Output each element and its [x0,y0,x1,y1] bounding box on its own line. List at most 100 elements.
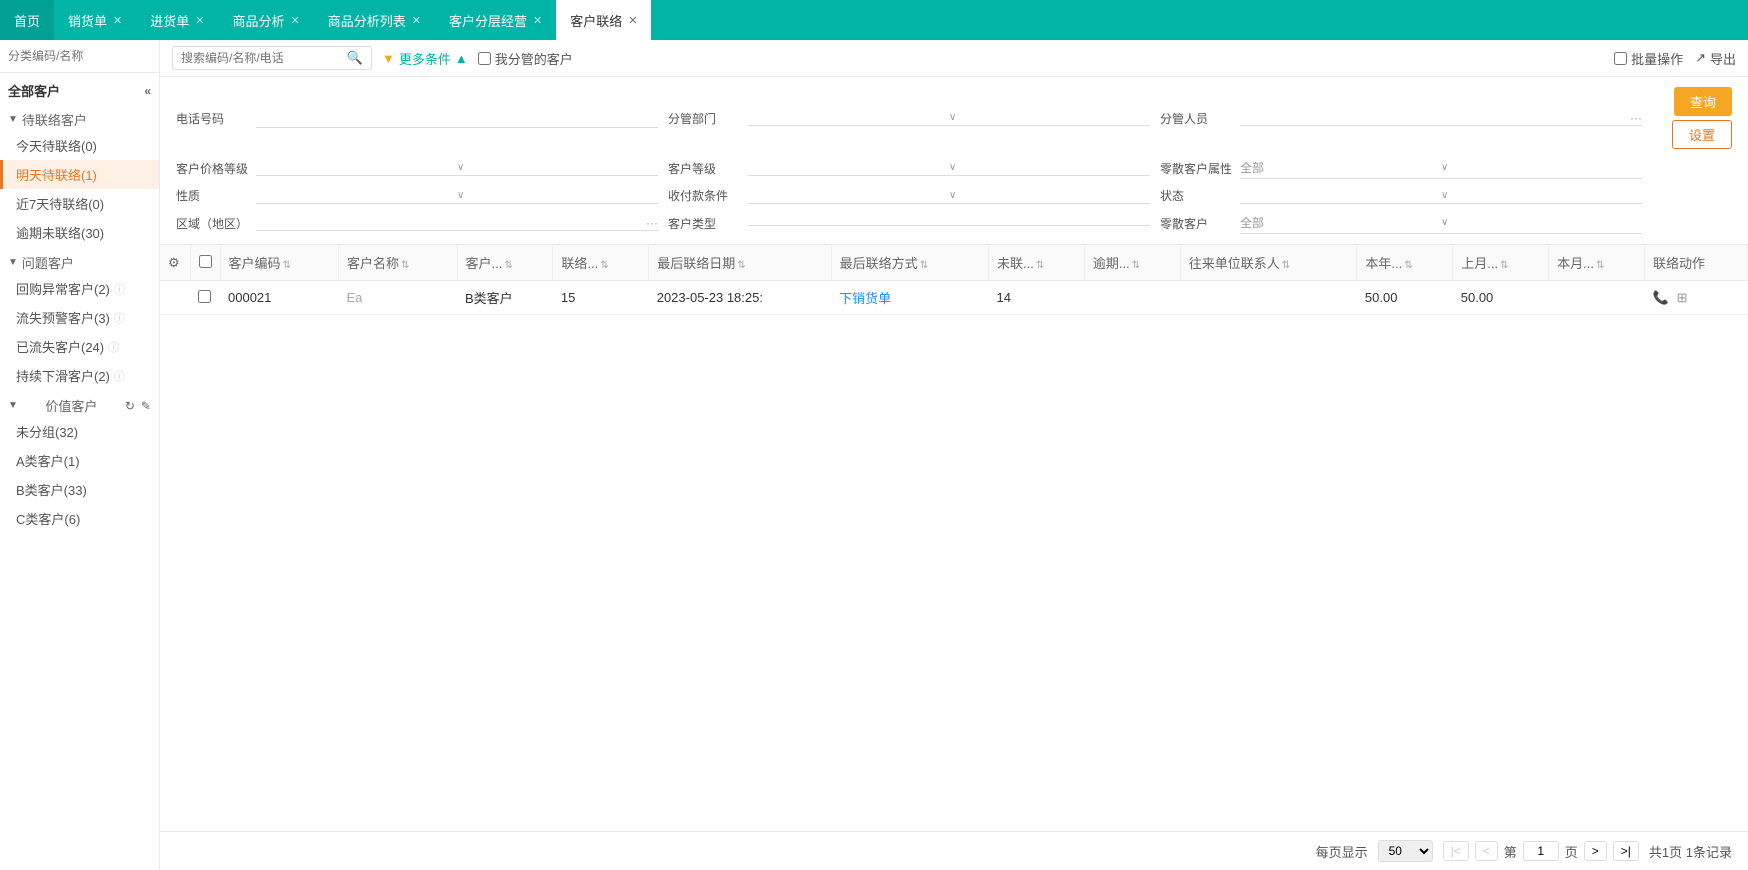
retail-customer-select[interactable]: 全部 ∨ [1240,212,1642,234]
row-uncontacted: 14 [988,281,1084,315]
close-product-list-icon[interactable]: ✕ [412,14,421,27]
col-customer-type[interactable]: 客户...⇅ [457,245,553,281]
close-customer-contact-icon[interactable]: ✕ [628,14,637,27]
sidebar-item-tomorrow-pending[interactable]: 明天待联络(1) [0,160,159,189]
col-this-month[interactable]: 本月...⇅ [1549,245,1645,281]
customer-level-arrow-icon: ∨ [949,162,1150,173]
col-name[interactable]: 客户名称⇅ [339,245,458,281]
select-all-checkbox[interactable] [199,255,212,268]
phone-input[interactable] [256,109,658,128]
sidebar-item-class-c[interactable]: C类客户(6) [0,504,159,533]
filter-row-1: 电话号码 分管部门 ∨ 分管人员 ··· 查询 [176,87,1732,149]
set-button[interactable]: 设置 [1672,120,1732,149]
close-customer-tier-icon[interactable]: ✕ [533,14,542,27]
status-select[interactable]: ∨ [1240,188,1642,204]
col-last-month[interactable]: 上月...⇅ [1453,245,1549,281]
gender-label: 性质 [176,187,256,204]
export-btn[interactable]: ↗ 导出 [1695,49,1736,68]
page-size-select[interactable]: 50 20 100 [1378,840,1433,862]
right-actions: 批量操作 ↗ 导出 [1614,49,1736,68]
page-input[interactable] [1523,841,1559,861]
col-last-contact-method[interactable]: 最后联络方式⇅ [831,245,988,281]
customer-type-select[interactable] [748,221,1150,226]
payment-select[interactable]: ∨ [748,188,1150,204]
collapse-icon[interactable]: « [144,84,151,98]
all-customers-header: 全部客户 « [0,73,159,104]
first-page-btn[interactable]: |< [1443,841,1469,861]
dept-select[interactable]: ∨ [748,110,1150,126]
price-level-label: 客户价格等级 [176,160,256,177]
region-dots[interactable]: ··· [646,216,658,230]
sidebar-item-repurchase-abnormal[interactable]: 回购异常客户(2) ⓘ [0,274,159,303]
next-page-btn[interactable]: > [1584,841,1607,861]
sidebar-item-week-pending[interactable]: 近7天待联络(0) [0,189,159,218]
close-sales-icon[interactable]: ✕ [113,14,122,27]
row-this-year: 50.00 [1357,281,1453,315]
customer-level-select[interactable]: ∨ [748,160,1150,176]
phone-action-icon[interactable]: 📞 [1652,290,1668,306]
price-level-select[interactable]: ∨ [256,160,658,176]
nav-item-customer-contact[interactable]: 客户联络 ✕ [556,0,651,40]
sidebar-item-today-pending[interactable]: 今天待联络(0) [0,131,159,160]
region-input-area[interactable]: ··· [256,216,658,231]
col-settings[interactable]: ⚙ [160,245,190,281]
grid-action-icon[interactable]: ⊞ [1677,290,1688,306]
page-unit: 页 [1565,842,1578,861]
last-page-btn[interactable]: >| [1613,841,1639,861]
refresh-icon[interactable]: ↻ [125,399,135,413]
close-product-analysis-icon[interactable]: ✕ [291,14,300,27]
retail-attr-select[interactable]: 全部 ∨ [1240,157,1642,179]
nav-item-product-analysis-list[interactable]: 商品分析列表 ✕ [314,0,435,40]
edit-icon[interactable]: ✎ [141,399,151,413]
sidebar-item-class-a[interactable]: A类客户(1) [0,446,159,475]
nav-item-sales[interactable]: 销货单 ✕ [54,0,136,40]
customer-table: ⚙ 客户编码⇅ 客户名称⇅ 客户...⇅ 联络...⇅ 最后联络日期⇅ 最后联络… [160,245,1748,315]
col-uncontacted[interactable]: 未联...⇅ [988,245,1084,281]
nav-item-product-analysis[interactable]: 商品分析 ✕ [218,0,313,40]
row-checkbox[interactable] [198,290,211,303]
customer-level-label: 客户等级 [668,160,748,177]
more-conditions-btn[interactable]: ▼ 更多条件 ▲ [382,49,468,68]
search-input[interactable] [181,51,343,65]
my-customers-checkbox[interactable] [478,52,491,65]
retail-attr-arrow-icon: ∨ [1441,162,1642,173]
sidebar-search-input[interactable] [8,49,160,63]
close-purchase-icon[interactable]: ✕ [195,14,204,27]
batch-checkbox[interactable] [1614,52,1627,65]
col-last-contact-date[interactable]: 最后联络日期⇅ [649,245,831,281]
filter-icon: ▼ [382,51,395,66]
content-area: 🔍 ▼ 更多条件 ▲ 我分管的客户 批量操作 ↗ 导出 [160,40,1748,870]
toolbar-search-icon[interactable]: 🔍 [347,50,363,66]
chevron-up-icon: ▲ [455,51,468,66]
row-last-contact-method[interactable]: 下销货单 [831,281,988,315]
col-contact-count[interactable]: 联络...⇅ [553,245,649,281]
sidebar-item-loss-warning[interactable]: 流失预警客户(3) ⓘ [0,303,159,332]
sidebar-item-lost[interactable]: 已流失客户(24) ⓘ [0,332,159,361]
col-this-year[interactable]: 本年...⇅ [1357,245,1453,281]
nav-item-home[interactable]: 首页 [0,0,54,40]
status-label: 状态 [1160,187,1240,204]
col-contact-person[interactable]: 往来单位联系人⇅ [1180,245,1357,281]
sidebar-item-overdue[interactable]: 逾期未联络(30) [0,218,159,247]
row-settings-cell [160,281,190,315]
nav-item-customer-tier[interactable]: 客户分层经营 ✕ [435,0,556,40]
sidebar-item-ungrouped[interactable]: 未分组(32) [0,417,159,446]
row-contact-person [1180,281,1357,315]
manager-dots[interactable]: ··· [1630,111,1642,125]
manager-input-area[interactable]: ··· [1240,111,1642,126]
row-customer-type: B类客户 [457,281,553,315]
nav-item-purchase[interactable]: 进货单 ✕ [136,0,218,40]
gender-select[interactable]: ∨ [256,188,658,204]
my-customers-toggle[interactable]: 我分管的客户 [478,49,573,68]
query-button[interactable]: 查询 [1674,87,1732,116]
retail-customer-arrow-icon: ∨ [1441,217,1642,228]
sidebar-item-class-b[interactable]: B类客户(33) [0,475,159,504]
batch-action-btn[interactable]: 批量操作 [1614,49,1683,68]
col-code[interactable]: 客户编码⇅ [220,245,339,281]
filter-price-level: 客户价格等级 ∨ [176,160,668,177]
prev-page-btn[interactable]: < [1475,841,1498,861]
sidebar-item-declining[interactable]: 持续下滑客户(2) ⓘ [0,361,159,390]
row-contact-count: 15 [553,281,649,315]
bottom-bar: 每页显示 50 20 100 |< < 第 页 > >| 共1页 1条记录 [160,831,1748,870]
col-overdue[interactable]: 逾期...⇅ [1084,245,1180,281]
